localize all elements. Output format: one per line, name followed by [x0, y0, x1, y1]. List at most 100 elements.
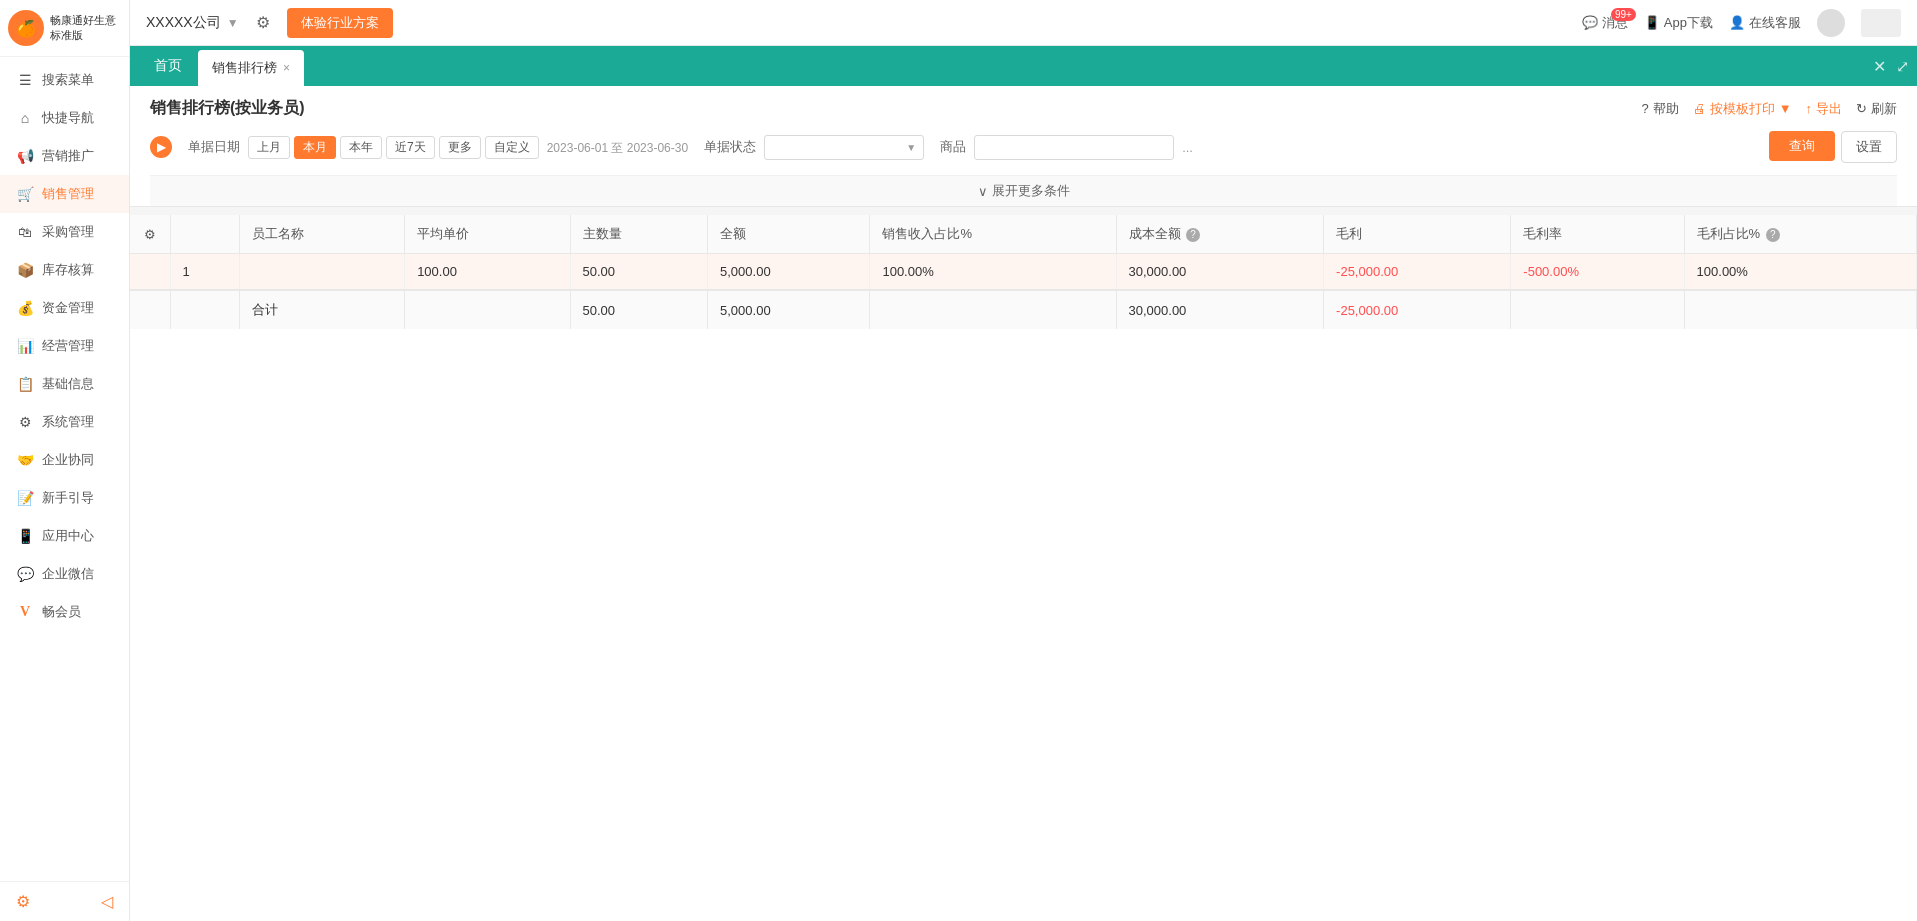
topbar-right: 💬 消息 99+ 📱 App下载 👤 在线客服	[1582, 9, 1901, 37]
online-service-button[interactable]: 👤 在线客服	[1729, 14, 1801, 32]
app-logo: 🍊 畅康通好生意 标准版	[0, 0, 129, 57]
status-filter-group: 单据状态 ▼	[704, 135, 924, 160]
export-icon: ↑	[1806, 101, 1813, 116]
col-settings[interactable]: ⚙	[130, 215, 170, 254]
date-btn-more[interactable]: 更多	[439, 136, 481, 159]
cell-settings	[130, 254, 170, 291]
sidebar-item-label: 企业协同	[42, 451, 94, 469]
sidebar-item-system[interactable]: ⚙ 系统管理	[0, 403, 129, 441]
sidebar-item-label: 应用中心	[42, 527, 94, 545]
refresh-button[interactable]: ↻ 刷新	[1856, 100, 1897, 118]
page-title-row: 销售排行榜(按业务员) ? 帮助 🖨 按模板打印 ▼ ↑ 导出	[150, 98, 1897, 119]
footer-profit-rate	[1511, 290, 1684, 329]
sidebar-item-weixin[interactable]: 💬 企业微信	[0, 555, 129, 593]
table-header: ⚙ 员工名称 平均单价 主数量 全额 销售收入占比% 成本全额 ? 毛利 毛利率…	[130, 215, 1917, 254]
online-service-label: 在线客服	[1749, 14, 1801, 32]
message-button[interactable]: 💬 消息 99+	[1582, 14, 1628, 32]
date-btn-7days[interactable]: 近7天	[386, 136, 435, 159]
date-btn-thisyear[interactable]: 本年	[340, 136, 382, 159]
footer-total-label: 合计	[239, 290, 404, 329]
page-header: 销售排行榜(按业务员) ? 帮助 🖨 按模板打印 ▼ ↑ 导出	[130, 86, 1917, 207]
status-select[interactable]	[764, 135, 924, 160]
sidebar-item-member[interactable]: V 畅会员	[0, 593, 129, 631]
sidebar-item-search[interactable]: ☰ 搜索菜单	[0, 61, 129, 99]
sidebar-item-label: 库存核算	[42, 261, 94, 279]
settings-button[interactable]: 设置	[1841, 131, 1897, 163]
sidebar-item-marketing[interactable]: 📢 营销推广	[0, 137, 129, 175]
export-button[interactable]: ↑ 导出	[1806, 100, 1843, 118]
cell-avg-price: 100.00	[405, 254, 570, 291]
goods-input[interactable]	[974, 135, 1174, 160]
expand-more-button[interactable]: ∨ 展开更多条件	[150, 175, 1897, 206]
logo-icon: 🍊	[8, 10, 44, 46]
sidebar-item-guide[interactable]: 📝 新手引导	[0, 479, 129, 517]
app-name: 畅康通好生意	[50, 13, 116, 28]
table-area: ⚙ 员工名称 平均单价 主数量 全额 销售收入占比% 成本全额 ? 毛利 毛利率…	[130, 215, 1917, 921]
sidebar-item-appcenter[interactable]: 📱 应用中心	[0, 517, 129, 555]
sidebar-item-basicinfo[interactable]: 📋 基础信息	[0, 365, 129, 403]
print-button[interactable]: 🖨 按模板打印 ▼	[1693, 100, 1792, 118]
company-selector[interactable]: XXXXX公司 ▼	[146, 14, 239, 32]
tab-active-label: 销售排行榜	[212, 59, 277, 77]
window-close-icon[interactable]: ✕	[1873, 57, 1886, 76]
date-btn-custom[interactable]: 自定义	[485, 136, 539, 159]
member-icon: V	[16, 603, 34, 621]
sidebar-item-inventory[interactable]: 📦 库存核算	[0, 251, 129, 289]
ranking-table: ⚙ 员工名称 平均单价 主数量 全额 销售收入占比% 成本全额 ? 毛利 毛利率…	[130, 215, 1917, 329]
tab-sales-ranking[interactable]: 销售排行榜 ×	[198, 50, 304, 86]
help-button[interactable]: ? 帮助	[1641, 100, 1678, 118]
profit-pct-help-icon[interactable]: ?	[1766, 228, 1780, 242]
sidebar-item-label: 搜索菜单	[42, 71, 94, 89]
query-button[interactable]: 查询	[1769, 131, 1835, 161]
purchase-icon: 🛍	[16, 223, 34, 241]
date-btn-thismonth[interactable]: 本月	[294, 136, 336, 159]
footer-spacer	[130, 290, 170, 329]
app-download-button[interactable]: 📱 App下载	[1644, 14, 1713, 32]
sidebar-item-label: 销售管理	[42, 185, 94, 203]
table-footer: 合计 50.00 5,000.00 30,000.00 -25,000.00	[130, 290, 1917, 329]
date-filter-group: 单据日期 上月 本月 本年 近7天 更多 自定义 2023-06-01 至 20…	[188, 136, 688, 159]
page-content: 销售排行榜(按业务员) ? 帮助 🖨 按模板打印 ▼ ↑ 导出	[130, 86, 1917, 921]
filter-more-icon[interactable]: ...	[1182, 140, 1193, 155]
appcenter-icon: 📱	[16, 527, 34, 545]
status-filter-label: 单据状态	[704, 138, 756, 156]
goods-filter-label: 商品	[940, 138, 966, 156]
trial-button[interactable]: 体验行业方案	[287, 8, 393, 38]
window-expand-icon[interactable]: ⤢	[1896, 57, 1909, 76]
user-avatar[interactable]	[1817, 9, 1845, 37]
footer-row: 合计 50.00 5,000.00 30,000.00 -25,000.00	[130, 290, 1917, 329]
tabbar: 首页 销售排行榜 × ✕ ⤢	[130, 46, 1917, 86]
tab-home-label: 首页	[154, 57, 182, 75]
topbar-gear-button[interactable]: ⚙	[249, 9, 277, 37]
cell-profit-rate: -500.00%	[1511, 254, 1684, 291]
sidebar-item-finance[interactable]: 💰 资金管理	[0, 289, 129, 327]
management-icon: 📊	[16, 337, 34, 355]
sidebar-item-quicknav[interactable]: ⌂ 快捷导航	[0, 99, 129, 137]
sidebar-item-purchase[interactable]: 🛍 采购管理	[0, 213, 129, 251]
footer-spacer2	[170, 290, 239, 329]
help-label: 帮助	[1653, 100, 1679, 118]
basicinfo-icon: 📋	[16, 375, 34, 393]
cell-cost: 30,000.00	[1116, 254, 1324, 291]
footer-amount: 5,000.00	[708, 290, 870, 329]
sidebar-item-label: 资金管理	[42, 299, 94, 317]
tab-controls: ✕ ⤢	[1873, 57, 1909, 76]
main-area: XXXXX公司 ▼ ⚙ 体验行业方案 💬 消息 99+ 📱 App下载 👤 在线…	[130, 0, 1917, 921]
sidebar-item-management[interactable]: 📊 经营管理	[0, 327, 129, 365]
sidebar-collapse-icon[interactable]: ◁	[101, 892, 113, 911]
filter-expand-icon[interactable]: ▶	[150, 136, 172, 158]
topbar: XXXXX公司 ▼ ⚙ 体验行业方案 💬 消息 99+ 📱 App下载 👤 在线…	[130, 0, 1917, 46]
search-menu-icon: ☰	[16, 71, 34, 89]
tab-close-icon[interactable]: ×	[283, 61, 290, 75]
date-btn-lastmonth[interactable]: 上月	[248, 136, 290, 159]
tab-home[interactable]: 首页	[138, 46, 198, 86]
sidebar-item-sales[interactable]: 🛒 销售管理	[0, 175, 129, 213]
sidebar-settings-icon[interactable]: ⚙	[16, 892, 30, 911]
sidebar-item-collab[interactable]: 🤝 企业协同	[0, 441, 129, 479]
print-chevron-icon: ▼	[1779, 101, 1792, 116]
cost-help-icon[interactable]: ?	[1186, 228, 1200, 242]
sidebar-item-label: 营销推广	[42, 147, 94, 165]
date-filter-label: 单据日期	[188, 138, 240, 156]
page-title: 销售排行榜(按业务员)	[150, 98, 305, 119]
message-badge: 99+	[1611, 8, 1636, 21]
